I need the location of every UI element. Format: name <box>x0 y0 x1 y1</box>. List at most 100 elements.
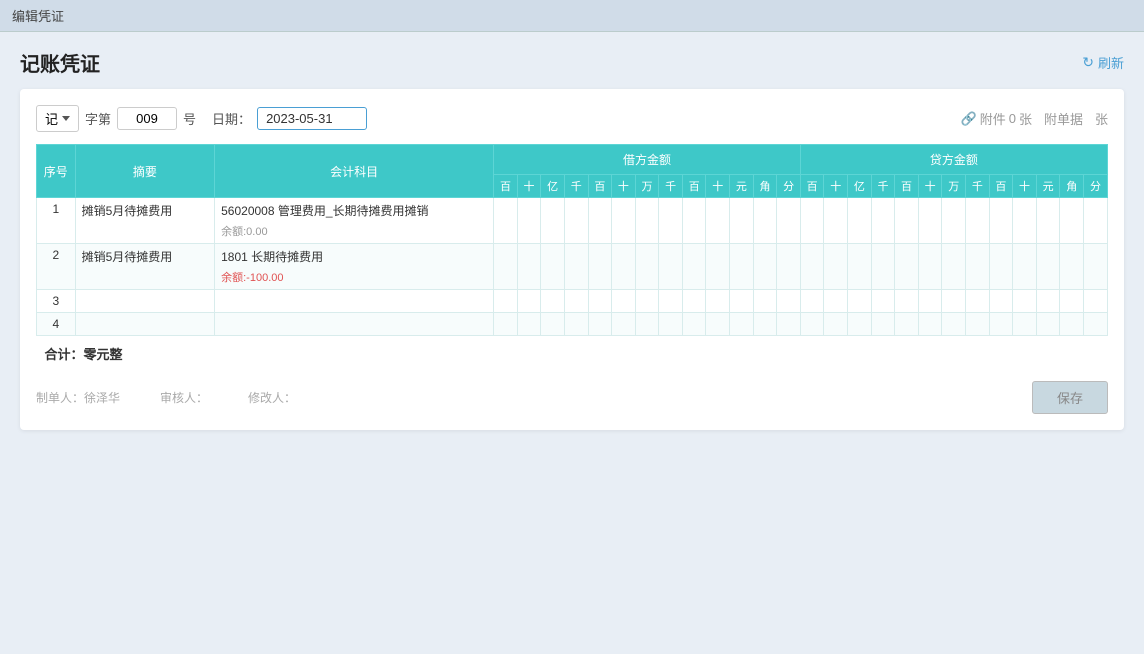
row-3-debit-8[interactable] <box>682 313 706 336</box>
row-3-debit-9[interactable] <box>706 313 730 336</box>
row-1-debit-8[interactable] <box>682 244 706 290</box>
row-2-debit-8[interactable] <box>682 290 706 313</box>
row-0-debit-7[interactable] <box>659 198 683 244</box>
number-input[interactable] <box>117 107 177 130</box>
row-3-debit-6[interactable] <box>635 313 659 336</box>
row-2-debit-6[interactable] <box>635 290 659 313</box>
row-3-debit-12[interactable] <box>777 313 801 336</box>
row-2-credit-8[interactable] <box>989 290 1013 313</box>
row-1-debit-0[interactable] <box>494 244 518 290</box>
row-0-credit-10[interactable] <box>1036 198 1060 244</box>
row-account-1[interactable]: 1801 长期待摊费用余额:-100.00 <box>215 244 494 290</box>
row-2-debit-11[interactable] <box>753 290 777 313</box>
row-0-credit-11[interactable] <box>1060 198 1084 244</box>
row-3-credit-8[interactable] <box>989 313 1013 336</box>
row-0-credit-7[interactable] <box>966 198 990 244</box>
row-1-debit-11[interactable] <box>753 244 777 290</box>
row-summary-1[interactable]: 摊销5月待摊费用 <box>75 244 215 290</box>
row-2-debit-9[interactable] <box>706 290 730 313</box>
row-3-credit-7[interactable] <box>966 313 990 336</box>
row-0-debit-6[interactable] <box>635 198 659 244</box>
row-0-debit-4[interactable] <box>588 198 612 244</box>
row-2-credit-0[interactable] <box>800 290 824 313</box>
row-3-credit-6[interactable] <box>942 313 966 336</box>
row-1-debit-9[interactable] <box>706 244 730 290</box>
row-0-debit-0[interactable] <box>494 198 518 244</box>
row-1-debit-1[interactable] <box>517 244 541 290</box>
row-2-debit-7[interactable] <box>659 290 683 313</box>
row-1-debit-4[interactable] <box>588 244 612 290</box>
row-0-debit-9[interactable] <box>706 198 730 244</box>
row-1-credit-6[interactable] <box>942 244 966 290</box>
row-0-debit-11[interactable] <box>753 198 777 244</box>
row-2-debit-0[interactable] <box>494 290 518 313</box>
row-2-debit-2[interactable] <box>541 290 565 313</box>
row-1-credit-10[interactable] <box>1036 244 1060 290</box>
refresh-button[interactable]: ↻ 刷新 <box>1082 53 1124 72</box>
row-0-debit-5[interactable] <box>612 198 636 244</box>
row-2-credit-3[interactable] <box>871 290 895 313</box>
row-1-credit-9[interactable] <box>1013 244 1037 290</box>
row-3-debit-0[interactable] <box>494 313 518 336</box>
type-select-button[interactable]: 记 <box>36 105 79 132</box>
row-1-credit-0[interactable] <box>800 244 824 290</box>
row-2-debit-3[interactable] <box>564 290 588 313</box>
row-0-credit-3[interactable] <box>871 198 895 244</box>
row-1-credit-11[interactable] <box>1060 244 1084 290</box>
row-2-debit-4[interactable] <box>588 290 612 313</box>
row-2-debit-10[interactable] <box>730 290 754 313</box>
row-0-debit-8[interactable] <box>682 198 706 244</box>
row-3-credit-12[interactable] <box>1083 313 1107 336</box>
row-1-credit-5[interactable] <box>918 244 942 290</box>
attachment-link[interactable]: 🔗 附件 0 张 <box>961 109 1032 128</box>
row-1-credit-2[interactable] <box>848 244 872 290</box>
row-summary-3[interactable] <box>75 313 215 336</box>
row-2-credit-12[interactable] <box>1083 290 1107 313</box>
row-3-debit-3[interactable] <box>564 313 588 336</box>
row-3-credit-3[interactable] <box>871 313 895 336</box>
row-0-credit-8[interactable] <box>989 198 1013 244</box>
row-2-credit-7[interactable] <box>966 290 990 313</box>
row-1-debit-12[interactable] <box>777 244 801 290</box>
row-1-credit-8[interactable] <box>989 244 1013 290</box>
row-summary-0[interactable]: 摊销5月待摊费用 <box>75 198 215 244</box>
row-1-debit-10[interactable] <box>730 244 754 290</box>
row-3-credit-4[interactable] <box>895 313 919 336</box>
row-1-debit-2[interactable] <box>541 244 565 290</box>
row-summary-2[interactable] <box>75 290 215 313</box>
row-1-debit-5[interactable] <box>612 244 636 290</box>
row-2-credit-11[interactable] <box>1060 290 1084 313</box>
row-2-credit-10[interactable] <box>1036 290 1060 313</box>
row-2-credit-5[interactable] <box>918 290 942 313</box>
row-2-credit-1[interactable] <box>824 290 848 313</box>
row-3-debit-10[interactable] <box>730 313 754 336</box>
row-3-debit-1[interactable] <box>517 313 541 336</box>
row-account-3[interactable] <box>215 313 494 336</box>
row-1-credit-7[interactable] <box>966 244 990 290</box>
row-2-credit-2[interactable] <box>848 290 872 313</box>
row-2-debit-1[interactable] <box>517 290 541 313</box>
row-1-debit-7[interactable] <box>659 244 683 290</box>
row-0-debit-1[interactable] <box>517 198 541 244</box>
row-0-debit-10[interactable] <box>730 198 754 244</box>
row-3-credit-2[interactable] <box>848 313 872 336</box>
row-0-credit-12[interactable] <box>1083 198 1107 244</box>
row-1-debit-3[interactable] <box>564 244 588 290</box>
row-1-credit-3[interactable] <box>871 244 895 290</box>
row-3-credit-0[interactable] <box>800 313 824 336</box>
row-3-debit-5[interactable] <box>612 313 636 336</box>
row-3-credit-1[interactable] <box>824 313 848 336</box>
row-3-debit-4[interactable] <box>588 313 612 336</box>
row-0-debit-3[interactable] <box>564 198 588 244</box>
date-input[interactable] <box>257 107 367 130</box>
row-0-credit-9[interactable] <box>1013 198 1037 244</box>
row-3-debit-11[interactable] <box>753 313 777 336</box>
row-3-credit-5[interactable] <box>918 313 942 336</box>
row-1-debit-6[interactable] <box>635 244 659 290</box>
row-0-credit-5[interactable] <box>918 198 942 244</box>
row-2-debit-12[interactable] <box>777 290 801 313</box>
row-1-credit-1[interactable] <box>824 244 848 290</box>
row-3-credit-9[interactable] <box>1013 313 1037 336</box>
row-0-credit-0[interactable] <box>800 198 824 244</box>
row-0-debit-2[interactable] <box>541 198 565 244</box>
